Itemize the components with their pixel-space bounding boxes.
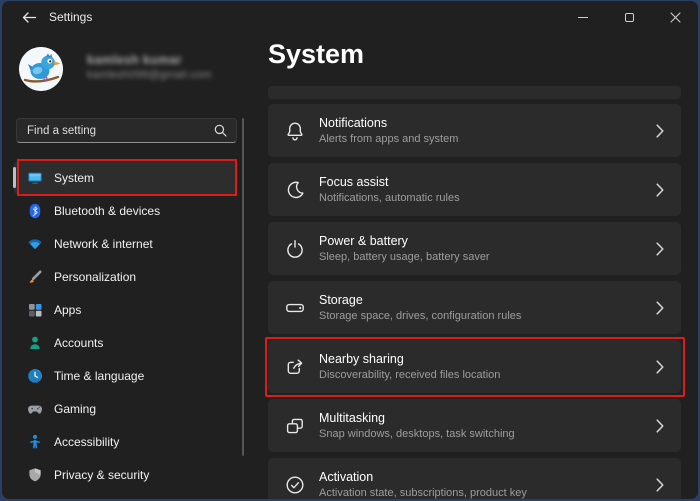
moon-icon	[283, 178, 307, 202]
titlebar: Settings	[2, 1, 698, 33]
avatar[interactable]	[19, 47, 63, 91]
sidebar-item-privacy[interactable]: Privacy & security	[14, 458, 238, 491]
profile-email: kamlesh098@gmail.com	[87, 69, 212, 81]
card-subtitle: Alerts from apps and system	[319, 132, 656, 146]
card-subtitle: Snap windows, desktops, task switching	[319, 427, 656, 441]
sidebar-item-label: Personalization	[54, 270, 136, 284]
chevron-right-icon	[656, 478, 664, 492]
chevron-right-icon	[656, 183, 664, 197]
wifi-icon	[27, 236, 43, 252]
page-title: System	[268, 39, 364, 70]
sidebar-item-accessibility[interactable]: Accessibility	[14, 425, 238, 458]
selected-item-accent-pill	[13, 167, 16, 188]
sidebar-item-label: Gaming	[54, 402, 96, 416]
window-title: Settings	[49, 1, 92, 33]
card-title: Notifications	[319, 116, 656, 131]
card-subtitle: Sleep, battery usage, battery saver	[319, 250, 656, 264]
sidebar-item-time-language[interactable]: Time & language	[14, 359, 238, 392]
sidebar-item-label: Accounts	[54, 336, 103, 350]
profile-name: kamlesh kumar	[87, 53, 182, 67]
sidebar-item-label: Time & language	[54, 369, 144, 383]
sidebar-item-apps[interactable]: Apps	[14, 293, 238, 326]
chevron-right-icon	[656, 124, 664, 138]
sidebar-item-system[interactable]: System	[14, 161, 238, 194]
paintbrush-icon	[27, 269, 43, 285]
minimize-button[interactable]	[560, 1, 606, 33]
sidebar-item-label: Accessibility	[54, 435, 119, 449]
card-focus-assist[interactable]: Focus assist Notifications, automatic ru…	[268, 163, 681, 216]
maximize-button[interactable]	[606, 1, 652, 33]
power-icon	[283, 237, 307, 261]
sidebar-item-label: Apps	[54, 303, 81, 317]
maximize-icon	[625, 13, 634, 22]
card-title: Power & battery	[319, 234, 656, 249]
chevron-right-icon	[656, 301, 664, 315]
windows-stack-icon	[283, 414, 307, 438]
chevron-right-icon	[656, 419, 664, 433]
close-button[interactable]	[652, 1, 698, 33]
back-button[interactable]	[16, 5, 42, 29]
settings-window: Settings kamlesh kumar	[2, 1, 698, 499]
card-title: Nearby sharing	[319, 352, 656, 367]
apps-grid-icon	[27, 302, 43, 318]
close-icon	[670, 12, 681, 23]
drive-icon	[283, 296, 307, 320]
card-activation[interactable]: Activation Activation state, subscriptio…	[268, 458, 681, 499]
shield-icon	[27, 467, 43, 483]
card-title: Storage	[319, 293, 656, 308]
person-icon	[27, 335, 43, 351]
accessibility-icon	[27, 434, 43, 450]
card-subtitle: Storage space, drives, configuration rul…	[319, 309, 656, 323]
bird-avatar-image	[19, 47, 63, 91]
clock-icon	[27, 368, 43, 384]
card-power-battery[interactable]: Power & battery Sleep, battery usage, ba…	[268, 222, 681, 275]
card-subtitle: Notifications, automatic rules	[319, 191, 656, 205]
card-nearby-sharing[interactable]: Nearby sharing Discoverability, received…	[268, 340, 681, 393]
card-title: Activation	[319, 470, 656, 485]
search-input[interactable]	[17, 125, 214, 137]
sidebar-item-accounts[interactable]: Accounts	[14, 326, 238, 359]
card-storage[interactable]: Storage Storage space, drives, configura…	[268, 281, 681, 334]
sidebar-item-personalization[interactable]: Personalization	[14, 260, 238, 293]
sidebar-item-bluetooth[interactable]: Bluetooth & devices	[14, 194, 238, 227]
card-title: Focus assist	[319, 175, 656, 190]
chevron-right-icon	[656, 242, 664, 256]
share-icon	[283, 355, 307, 379]
search-box[interactable]	[16, 118, 237, 143]
search-icon	[214, 124, 227, 137]
gamepad-icon	[27, 401, 43, 417]
sidebar-item-label: System	[54, 171, 94, 185]
bell-icon	[283, 119, 307, 143]
chevron-right-icon	[656, 360, 664, 374]
card-notifications[interactable]: Notifications Alerts from apps and syste…	[268, 104, 681, 157]
sidebar-item-network[interactable]: Network & internet	[14, 227, 238, 260]
card-subtitle: Activation state, subscriptions, product…	[319, 486, 656, 500]
sidebar-item-label: Network & internet	[54, 237, 153, 251]
card-multitasking[interactable]: Multitasking Snap windows, desktops, tas…	[268, 399, 681, 452]
check-circle-icon	[283, 473, 307, 497]
card-subtitle: Discoverability, received files location	[319, 368, 656, 382]
sidebar-scrollbar[interactable]	[242, 118, 244, 456]
sidebar-item-gaming[interactable]: Gaming	[14, 392, 238, 425]
card-title: Multitasking	[319, 411, 656, 426]
sidebar-item-label: Privacy & security	[54, 468, 149, 482]
partially-scrolled-card[interactable]	[268, 86, 681, 99]
bluetooth-icon	[27, 203, 43, 219]
back-arrow-icon	[22, 11, 37, 24]
minimize-icon	[578, 17, 588, 18]
sidebar-item-label: Bluetooth & devices	[54, 204, 160, 218]
display-icon	[27, 170, 43, 186]
